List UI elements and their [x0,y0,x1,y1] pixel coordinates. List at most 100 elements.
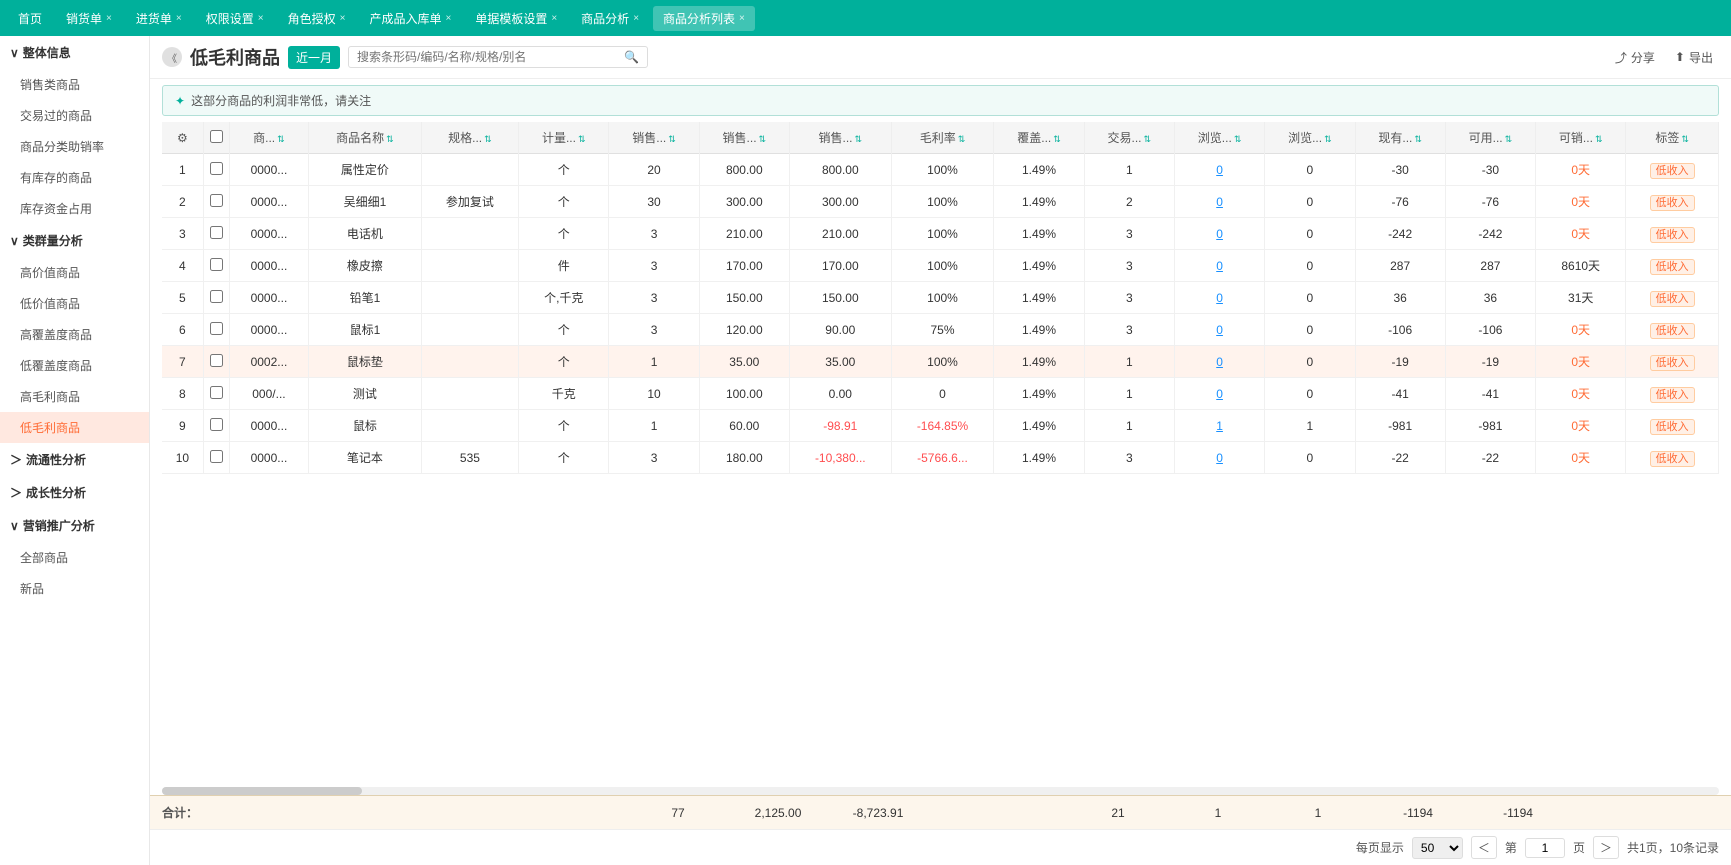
browse1-link[interactable]: 1 [1216,419,1223,433]
table-row: 10 0000... 笔记本 535 个 3 180.00 -10,380...… [162,442,1719,474]
prev-page-btn[interactable]: ＜ [1471,836,1497,859]
row-checkbox[interactable] [210,290,223,303]
nav-product-warehousing-close[interactable]: × [445,13,451,24]
nav-product-analysis-close[interactable]: × [633,13,639,24]
row-checkbox[interactable] [210,418,223,431]
cell-trade: 1 [1084,154,1174,186]
sidebar-collapse-btn[interactable]: 《 [162,47,182,67]
sidebar-item-low-coverage[interactable]: 低覆盖度商品 [0,350,149,381]
cell-browse2: 0 [1265,218,1355,250]
nav-template-settings-close[interactable]: × [551,13,557,24]
cell-coverage: 1.49% [994,218,1084,250]
share-btn[interactable]: ⤴ 分享 [1609,46,1661,69]
sidebar-group-growth[interactable]: ＞ 成长性分析 [0,476,149,509]
cell-unit: 个 [519,442,609,474]
nav-role-auth[interactable]: 角色授权 × [278,6,356,31]
row-checkbox[interactable] [210,258,223,271]
cell-checkbox[interactable] [203,250,229,282]
export-btn[interactable]: ⬆ 导出 [1669,46,1719,69]
sidebar-group-marketing[interactable]: ∨ 营销推广分析 [0,509,149,542]
products-table: ⚙ 商...⇅ 商品名称⇅ 规格...⇅ 计量...⇅ 销售...⇅ 销售...… [162,122,1719,474]
browse1-link[interactable]: 0 [1216,227,1223,241]
cell-saleable: 0天 [1536,378,1626,410]
row-checkbox[interactable] [210,450,223,463]
filter-recent-month-btn[interactable]: 近一月 [288,46,340,69]
nav-home[interactable]: 首页 [8,6,52,31]
sidebar-item-in-stock[interactable]: 有库存的商品 [0,162,149,193]
cell-checkbox[interactable] [203,218,229,250]
cell-checkbox[interactable] [203,442,229,474]
row-checkbox[interactable] [210,226,223,239]
browse1-link[interactable]: 0 [1216,195,1223,209]
browse1-link[interactable]: 0 [1216,355,1223,369]
sidebar-item-sales-products[interactable]: 销售类商品 [0,69,149,100]
nav-purchase-order[interactable]: 进货单 × [126,6,192,31]
sidebar-item-category-rate[interactable]: 商品分类助销率 [0,131,149,162]
sidebar-group-flow[interactable]: ＞ 流通性分析 [0,443,149,476]
search-icon[interactable]: 🔍 [624,50,639,64]
nav-product-analysis[interactable]: 商品分析 × [571,6,649,31]
page-number-input[interactable] [1525,838,1565,858]
nav-permissions[interactable]: 权限设置 × [196,6,274,31]
cell-tag: 低收入 [1626,154,1719,186]
row-checkbox[interactable] [210,386,223,399]
row-checkbox[interactable] [210,162,223,175]
col-trade: 交易...⇅ [1084,122,1174,154]
cell-checkbox[interactable] [203,314,229,346]
browse1-link[interactable]: 0 [1216,387,1223,401]
per-page-label: 每页显示 [1356,839,1404,856]
nav-template-settings[interactable]: 单据模板设置 × [465,6,567,31]
sidebar-item-high-margin[interactable]: 高毛利商品 [0,381,149,412]
col-browse2: 浏览...⇅ [1265,122,1355,154]
cell-checkbox[interactable] [203,378,229,410]
cell-checkbox[interactable] [203,154,229,186]
browse1-link[interactable]: 0 [1216,451,1223,465]
horizontal-scrollbar[interactable] [162,787,1719,795]
sidebar-item-traded-products[interactable]: 交易过的商品 [0,100,149,131]
browse1-link[interactable]: 0 [1216,291,1223,305]
browse1-link[interactable]: 0 [1216,323,1223,337]
sidebar-item-low-margin[interactable]: 低毛利商品 [0,412,149,443]
cell-checkbox[interactable] [203,410,229,442]
sidebar-item-capital[interactable]: 库存资金占用 [0,193,149,224]
cell-trade: 3 [1084,442,1174,474]
next-page-btn[interactable]: ＞ [1593,836,1619,859]
cell-no: 8 [162,378,203,410]
nav-sales-order-close[interactable]: × [106,13,112,24]
scroll-thumb[interactable] [162,787,362,795]
cell-no: 10 [162,442,203,474]
nav-product-warehousing[interactable]: 产成品入库单 × [359,6,461,31]
nav-sales-order[interactable]: 销货单 × [56,6,122,31]
cell-checkbox[interactable] [203,282,229,314]
row-checkbox[interactable] [210,194,223,207]
nav-product-analysis-list-close[interactable]: × [739,13,745,24]
sidebar-item-high-value[interactable]: 高价值商品 [0,257,149,288]
sidebar-item-low-value[interactable]: 低价值商品 [0,288,149,319]
per-page-select[interactable]: 50 100 200 [1412,837,1463,859]
select-all-checkbox[interactable] [210,130,223,143]
table-row: 3 0000... 电话机 个 3 210.00 210.00 100% 1.4… [162,218,1719,250]
cell-checkbox[interactable] [203,186,229,218]
nav-role-auth-close[interactable]: × [340,13,346,24]
sidebar-item-all-products[interactable]: 全部商品 [0,542,149,573]
nav-purchase-order-close[interactable]: × [176,13,182,24]
cell-current: -22 [1355,442,1445,474]
table-row: 9 0000... 鼠标 个 1 60.00 -98.91 -164.85% 1… [162,410,1719,442]
browse1-link[interactable]: 0 [1216,163,1223,177]
cell-name: 吴细细1 [309,186,422,218]
nav-product-analysis-list[interactable]: 商品分析列表 × [653,6,755,31]
col-settings[interactable]: ⚙ [162,122,203,154]
table-row: 7 0002... 鼠标垫 个 1 35.00 35.00 100% 1.49%… [162,346,1719,378]
nav-permissions-close[interactable]: × [258,13,264,24]
sidebar-group-overall[interactable]: ∨ 整体信息 [0,36,149,69]
sidebar-item-new-products[interactable]: 新品 [0,573,149,604]
cell-checkbox[interactable] [203,346,229,378]
page-label: 第 [1505,839,1517,856]
row-checkbox[interactable] [210,322,223,335]
row-checkbox[interactable] [210,354,223,367]
sidebar-group-cluster[interactable]: ∨ 类群量分析 [0,224,149,257]
cell-coverage: 1.49% [994,378,1084,410]
browse1-link[interactable]: 0 [1216,259,1223,273]
search-input[interactable] [357,50,620,64]
sidebar-item-high-coverage[interactable]: 高覆盖度商品 [0,319,149,350]
